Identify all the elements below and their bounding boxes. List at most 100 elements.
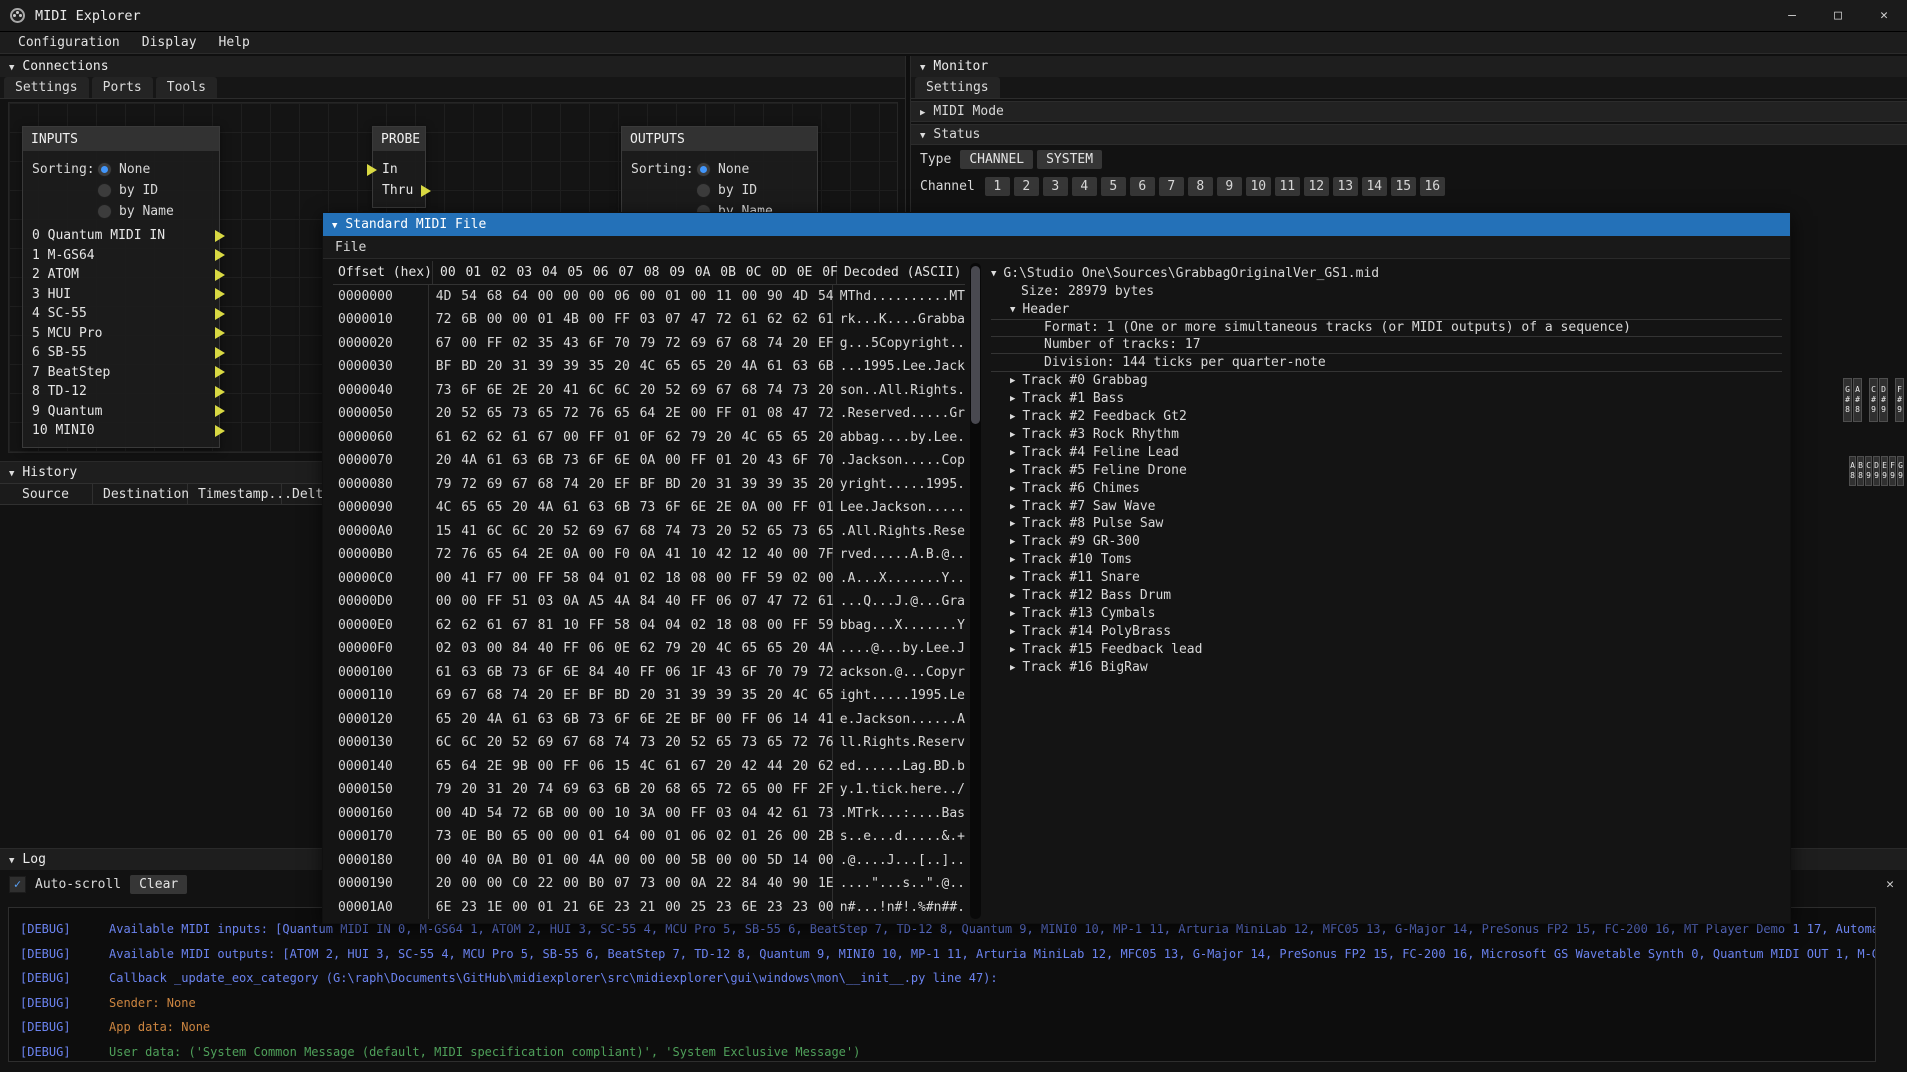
- piano-white-key[interactable]: A 8: [1849, 456, 1856, 486]
- tree-track-row[interactable]: Track #1 Bass: [991, 390, 1782, 408]
- hex-row[interactable]: 00000F0 02 03 00 84 40 FF 06 0E 62 79 20…: [333, 637, 965, 661]
- menu-item[interactable]: Help: [209, 34, 260, 51]
- expander-icon[interactable]: [991, 265, 996, 284]
- midi-output-pin-icon[interactable]: [215, 288, 225, 300]
- status-header[interactable]: Status: [911, 124, 1907, 145]
- hex-row[interactable]: 0000140 65 64 2E 9B 00 FF 06 15 4C 61 67…: [333, 755, 965, 779]
- midi-output-pin-icon[interactable]: [421, 185, 431, 197]
- input-port-row[interactable]: 2 ATOM: [23, 265, 219, 285]
- channel-button[interactable]: 5: [1101, 177, 1126, 196]
- expander-icon[interactable]: [1010, 300, 1015, 320]
- input-port-row[interactable]: 3 HUI: [23, 285, 219, 305]
- piano-black-key[interactable]: C # 9: [1869, 378, 1878, 422]
- channel-button[interactable]: 10: [1246, 177, 1271, 196]
- midi-output-pin-icon[interactable]: [215, 425, 225, 437]
- tree-track-row[interactable]: Track #11 Snare: [991, 569, 1782, 587]
- hex-row[interactable]: 00001A0 6E 23 1E 00 01 21 6E 23 21 00 25…: [333, 896, 965, 920]
- channel-button[interactable]: 14: [1362, 177, 1387, 196]
- connections-tab[interactable]: Ports: [92, 77, 153, 98]
- connections-tab[interactable]: Settings: [4, 77, 89, 98]
- channel-button[interactable]: 6: [1130, 177, 1155, 196]
- radio-sort-by-name[interactable]: [97, 204, 112, 219]
- input-port-row[interactable]: 6 SB-55: [23, 343, 219, 363]
- hex-row[interactable]: 0000080 79 72 69 67 68 74 20 EF BF BD 20…: [333, 473, 965, 497]
- channel-button[interactable]: 12: [1304, 177, 1329, 196]
- channel-button[interactable]: 2: [1014, 177, 1039, 196]
- hex-row[interactable]: 0000160 00 4D 54 72 6B 00 00 10 3A 00 FF…: [333, 802, 965, 826]
- chevron-down-icon[interactable]: [920, 59, 925, 74]
- chevron-down-icon[interactable]: [9, 852, 14, 867]
- midi-output-pin-icon[interactable]: [215, 327, 225, 339]
- midi-output-pin-icon[interactable]: [215, 249, 225, 261]
- autoscroll-checkbox[interactable]: [9, 876, 26, 893]
- monitor-tab[interactable]: Settings: [915, 77, 1000, 98]
- smf-tree[interactable]: G:\Studio One\Sources\GrabbagOriginalVer…: [991, 265, 1782, 919]
- hex-row[interactable]: 0000090 4C 65 65 20 4A 61 63 6B 73 6F 6E…: [333, 496, 965, 520]
- piano-white-key[interactable]: B 8: [1857, 456, 1864, 486]
- piano-white-key[interactable]: F 9: [1889, 456, 1896, 486]
- piano-white-key[interactable]: D 9: [1873, 456, 1880, 486]
- hex-row[interactable]: 0000120 65 20 4A 61 63 6B 73 6F 6E 2E BF…: [333, 708, 965, 732]
- hex-row[interactable]: 0000170 73 0E B0 65 00 00 01 64 00 01 06…: [333, 825, 965, 849]
- input-port-row[interactable]: 7 BeatStep: [23, 363, 219, 383]
- tree-track-row[interactable]: Track #5 Feline Drone: [991, 462, 1782, 480]
- smf-menu-item[interactable]: File: [325, 240, 376, 255]
- midi-output-pin-icon[interactable]: [215, 230, 225, 242]
- probe-thru-row[interactable]: Thru: [373, 180, 425, 201]
- probe-in-row[interactable]: In: [373, 159, 425, 180]
- history-column-header[interactable]: Source: [0, 484, 93, 504]
- probe-node[interactable]: PROBE In Thru: [372, 126, 426, 208]
- close-button[interactable]: ✕: [1861, 0, 1907, 31]
- midi-mode-header[interactable]: MIDI Mode: [911, 101, 1907, 122]
- history-column-header[interactable]: Destination: [93, 484, 188, 504]
- midi-output-pin-icon[interactable]: [215, 386, 225, 398]
- hex-row[interactable]: 0000130 6C 6C 20 52 69 67 68 74 73 20 52…: [333, 731, 965, 755]
- inputs-node-title[interactable]: INPUTS: [23, 127, 219, 151]
- radio-sort-none[interactable]: [696, 162, 711, 177]
- history-column-header[interactable]: Timestamp...: [188, 484, 282, 504]
- input-port-row[interactable]: 9 Quantum: [23, 402, 219, 422]
- input-port-row[interactable]: 10 MINI0: [23, 421, 219, 441]
- tree-track-row[interactable]: Track #14 PolyBrass: [991, 623, 1782, 641]
- hex-row[interactable]: 0000070 20 4A 61 63 6B 73 6F 6E 0A 00 FF…: [333, 449, 965, 473]
- chevron-down-icon[interactable]: [332, 217, 337, 232]
- hex-row[interactable]: 0000010 72 6B 00 00 01 4B 00 FF 03 07 47…: [333, 308, 965, 332]
- tree-track-row[interactable]: Track #6 Chimes: [991, 480, 1782, 498]
- piano-black-key[interactable]: A # 8: [1853, 378, 1862, 422]
- menu-item[interactable]: Configuration: [8, 34, 130, 51]
- channel-button[interactable]: 9: [1217, 177, 1242, 196]
- log-close-icon[interactable]: ✕: [1886, 877, 1894, 892]
- tree-track-row[interactable]: Track #12 Bass Drum: [991, 587, 1782, 605]
- connections-tab[interactable]: Tools: [156, 77, 217, 98]
- midi-output-pin-icon[interactable]: [215, 269, 225, 281]
- outputs-node-title[interactable]: OUTPUTS: [622, 127, 817, 151]
- input-port-row[interactable]: 5 MCU Pro: [23, 324, 219, 344]
- maximize-button[interactable]: □: [1815, 0, 1861, 31]
- channel-button[interactable]: 8: [1188, 177, 1213, 196]
- hex-viewer[interactable]: Offset (hex) 00 01 02 03 04 05 06 07 08 …: [333, 261, 965, 921]
- expander-icon[interactable]: [1010, 658, 1015, 678]
- hex-row[interactable]: 0000050 20 52 65 73 65 72 76 65 64 2E 00…: [333, 402, 965, 426]
- tree-track-row[interactable]: Track #10 Toms: [991, 551, 1782, 569]
- connections-collapse-header[interactable]: Connections: [0, 56, 905, 77]
- tree-track-row[interactable]: Track #7 Saw Wave: [991, 498, 1782, 516]
- piano-black-key[interactable]: G # 8: [1843, 378, 1852, 422]
- hex-row[interactable]: 00000B0 72 76 65 64 2E 0A 00 F0 0A 41 10…: [333, 543, 965, 567]
- radio-sort-by-id[interactable]: [696, 183, 711, 198]
- radio-sort-by-id[interactable]: [97, 183, 112, 198]
- hex-row[interactable]: 0000020 67 00 FF 02 35 43 6F 70 79 72 69…: [333, 332, 965, 356]
- tree-track-row[interactable]: Track #8 Pulse Saw: [991, 515, 1782, 533]
- tree-root-row[interactable]: G:\Studio One\Sources\GrabbagOriginalVer…: [991, 265, 1782, 283]
- chevron-right-icon[interactable]: [920, 104, 925, 119]
- channel-button[interactable]: 13: [1333, 177, 1358, 196]
- hex-row[interactable]: 0000180 00 40 0A B0 01 00 4A 00 00 00 5B…: [333, 849, 965, 873]
- input-port-row[interactable]: 4 SC-55: [23, 304, 219, 324]
- inputs-node[interactable]: INPUTS Sorting: None by ID by Name: [22, 126, 220, 448]
- tree-track-row[interactable]: Track #9 GR-300: [991, 533, 1782, 551]
- midi-input-pin-icon[interactable]: [367, 164, 377, 176]
- minimize-button[interactable]: —: [1769, 0, 1815, 31]
- channel-button[interactable]: 4: [1072, 177, 1097, 196]
- channel-button[interactable]: 7: [1159, 177, 1184, 196]
- tree-track-row[interactable]: Track #15 Feedback lead: [991, 641, 1782, 659]
- menu-item[interactable]: Display: [132, 34, 207, 51]
